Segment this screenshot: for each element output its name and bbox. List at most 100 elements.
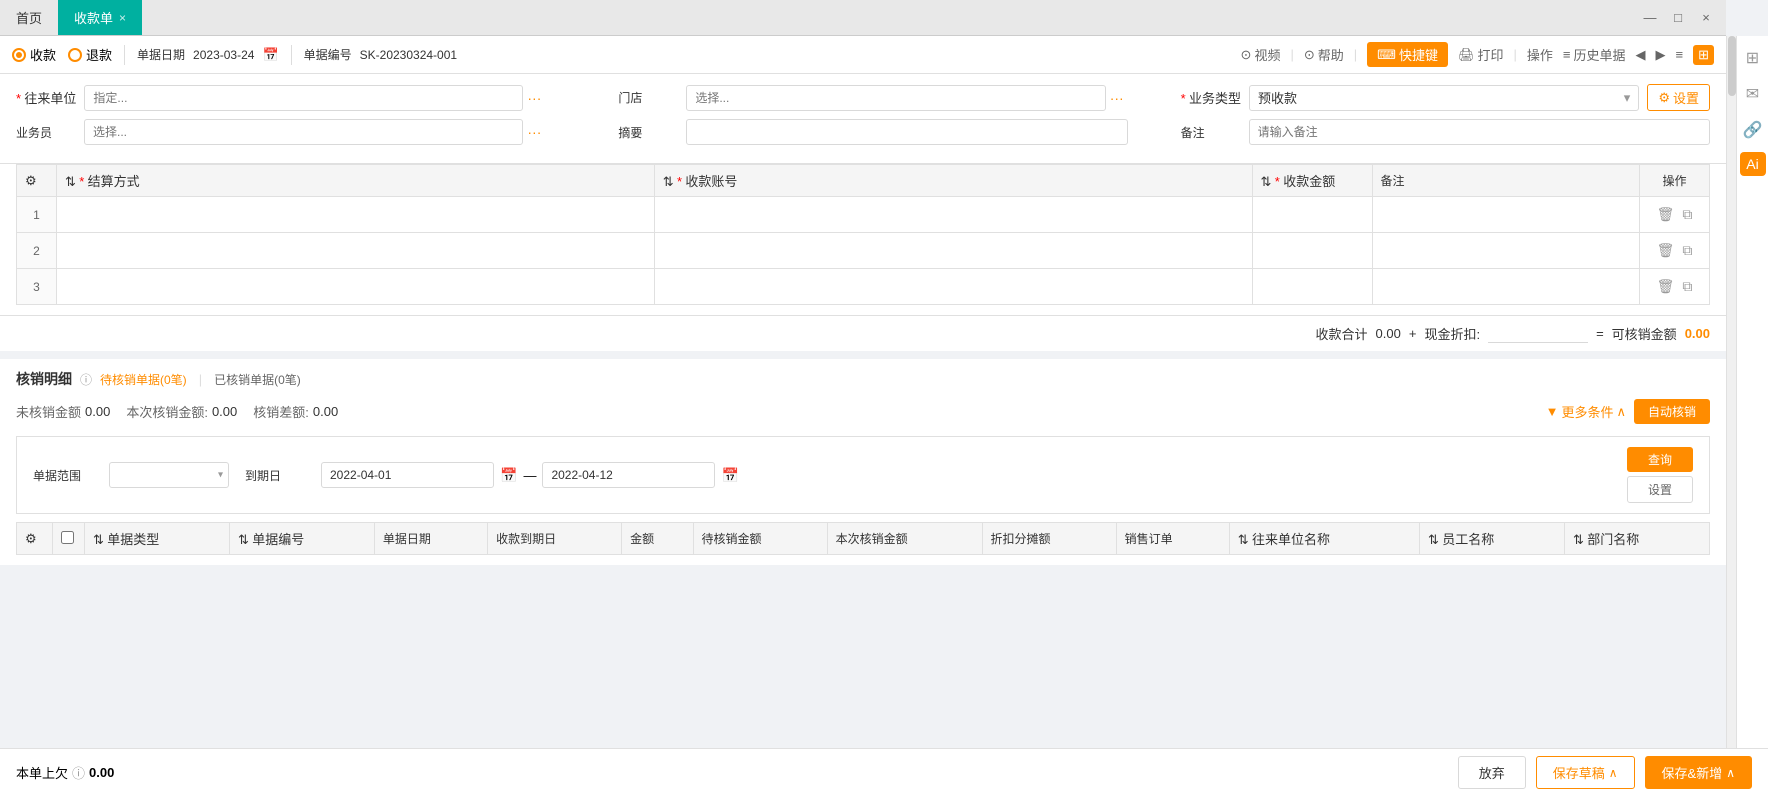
unverified-stat: 未核销金额 0.00 [16, 399, 110, 424]
delete-icon-3[interactable]: 🗑 [1657, 278, 1675, 295]
calendar-icon[interactable]: 📅 [262, 47, 278, 63]
scroll-thumb[interactable] [1728, 36, 1736, 96]
number-value: SK-20230324-001 [360, 48, 457, 62]
range-select[interactable] [109, 462, 229, 488]
date-separator: — [523, 468, 536, 483]
filter-icon: ▼ [1546, 404, 1559, 419]
date-range-label: 到期日 [245, 467, 305, 484]
counterparty-field: * 往来单位 ··· [16, 85, 545, 111]
row-amount-3[interactable] [1252, 269, 1372, 305]
bth-settings[interactable]: ⚙ [17, 523, 53, 555]
sidebar-camera-icon[interactable]: Ai [1740, 152, 1766, 176]
date-end-input[interactable] [542, 462, 715, 488]
remarks-input[interactable] [1249, 119, 1710, 145]
copy-icon-1[interactable]: ⧉ [1682, 206, 1692, 223]
print-link[interactable]: 🖨 打印 [1458, 45, 1504, 64]
row-account-3[interactable] [654, 269, 1252, 305]
bth-counterparty: ⇅ 往来单位名称 [1229, 523, 1419, 555]
bth-checkbox[interactable] [53, 523, 85, 555]
row-num-2: 2 [17, 233, 57, 269]
row-remarks-2[interactable] [1372, 233, 1639, 269]
nav-prev[interactable]: ◀ [1636, 47, 1646, 63]
radio-receipt[interactable]: 收款 [12, 45, 56, 64]
tab-bar: 首页 收款单 × — □ × [0, 0, 1726, 36]
info-icon[interactable]: ⓘ [72, 763, 85, 782]
range-field: 单据范围 ▾ [33, 462, 229, 488]
row-account-1[interactable] [654, 197, 1252, 233]
scrollbar[interactable] [1726, 36, 1736, 748]
view-list-icon[interactable]: ≡ [1676, 47, 1684, 62]
table-header-row: ⚙ ⇅ * 结算方式 ⇅ * 收款账号 ⇅ * 收款 [17, 165, 1710, 197]
delete-icon-2[interactable]: 🗑 [1657, 242, 1675, 259]
row-remarks-3[interactable] [1372, 269, 1639, 305]
copy-icon-3[interactable]: ⧉ [1682, 278, 1692, 295]
setting-button[interactable]: ⚙ 设置 [1647, 84, 1710, 111]
tab-home[interactable]: 首页 [0, 0, 58, 35]
row-action-1: 🗑 ⧉ [1640, 197, 1710, 233]
tab-active[interactable]: 收款单 × [58, 0, 142, 35]
row-amount-2[interactable] [1252, 233, 1372, 269]
calendar-start-icon[interactable]: 📅 [500, 467, 517, 484]
row-settlement-2[interactable] [57, 233, 655, 269]
salesperson-more-btn[interactable]: ··· [523, 124, 545, 140]
table-section: ⚙ ⇅ * 结算方式 ⇅ * 收款账号 ⇅ * 收款 [0, 164, 1726, 315]
business-type-select[interactable]: 预收款 ▾ [1249, 85, 1639, 111]
verify-setting-btn[interactable]: 设置 [1627, 476, 1693, 503]
select-all-checkbox[interactable] [61, 531, 74, 544]
counterparty-input[interactable] [84, 85, 523, 111]
tab-close-icon[interactable]: × [119, 11, 126, 25]
th-action: 操作 [1640, 165, 1710, 197]
row-remarks-1[interactable] [1372, 197, 1639, 233]
bth-sales-order: 销售订单 [1116, 523, 1229, 555]
th-settings[interactable]: ⚙ [17, 165, 57, 197]
sidebar-table-icon[interactable]: ⊞ [1742, 44, 1763, 72]
store-more-btn[interactable]: ··· [1106, 90, 1128, 106]
delete-icon-1[interactable]: 🗑 [1657, 206, 1675, 223]
footer: 本单上欠 ⓘ 0.00 放弃 保存草稿 ∧ 保存&新增 ∧ [0, 748, 1768, 796]
row-account-2[interactable] [654, 233, 1252, 269]
more-conditions-link[interactable]: ▼ 更多条件 ∧ [1546, 402, 1626, 421]
auto-verify-btn[interactable]: 自动核销 [1634, 399, 1710, 424]
store-input[interactable] [686, 85, 1105, 111]
save-draft-button[interactable]: 保存草稿 ∧ [1536, 756, 1635, 789]
row-settlement-1[interactable] [57, 197, 655, 233]
salesperson-input[interactable] [84, 119, 523, 145]
minimize-button[interactable]: — [1638, 6, 1662, 30]
nav-next[interactable]: ▶ [1656, 47, 1666, 63]
help-link[interactable]: ⊙ 帮助 [1304, 45, 1344, 64]
view-grid-icon[interactable]: ⊞ [1693, 45, 1714, 65]
verification-table: ⚙ ⇅ 单据类型 ⇅ 单据编号 单据日期 [16, 522, 1710, 555]
sidebar-link-icon[interactable]: 🔗 [1739, 116, 1767, 144]
query-btn[interactable]: 查询 [1627, 447, 1693, 472]
info-icon[interactable]: ⓘ [80, 371, 92, 388]
order-value: 0.00 [89, 765, 114, 780]
form-section: * 往来单位 ··· 门店 ··· * 业务类型 预 [0, 74, 1726, 164]
date-start-input[interactable] [321, 462, 494, 488]
copy-icon-2[interactable]: ⧉ [1682, 242, 1692, 259]
summary-input[interactable] [686, 119, 1127, 145]
done-tab[interactable]: 已核销单据(0笔) [214, 371, 301, 388]
video-link[interactable]: ⊙ 视频 [1241, 45, 1281, 64]
row-amount-1[interactable] [1252, 197, 1372, 233]
discard-button[interactable]: 放弃 [1458, 756, 1526, 789]
radio-receipt-dot [12, 48, 26, 62]
number-label: 单据编号 [304, 46, 352, 63]
th-settlement: ⇅ * 结算方式 [57, 165, 655, 197]
right-sidebar: ⊞ ✉ 🔗 Ai [1736, 36, 1768, 748]
close-button[interactable]: × [1694, 6, 1718, 30]
shortcut-btn[interactable]: ⌨ 快捷键 [1367, 42, 1448, 67]
counterparty-more-btn[interactable]: ··· [523, 90, 545, 106]
discount-input[interactable] [1488, 324, 1588, 343]
history-link[interactable]: ≡ 历史单据 [1563, 45, 1626, 64]
calendar-end-icon[interactable]: 📅 [721, 467, 738, 484]
row-action-3: 🗑 ⧉ [1640, 269, 1710, 305]
footer-left: 本单上欠 ⓘ 0.00 [16, 763, 114, 782]
operation-link[interactable]: 操作 [1527, 45, 1553, 64]
row-settlement-3[interactable] [57, 269, 655, 305]
radio-refund[interactable]: 退款 [68, 45, 112, 64]
save-new-button[interactable]: 保存&新增 ∧ [1645, 756, 1752, 789]
maximize-button[interactable]: □ [1666, 6, 1690, 30]
pending-tab[interactable]: 待核销单据(0笔) [100, 371, 187, 388]
receipt-refund-group: 收款 退款 [12, 45, 112, 64]
sidebar-mail-icon[interactable]: ✉ [1742, 80, 1763, 108]
